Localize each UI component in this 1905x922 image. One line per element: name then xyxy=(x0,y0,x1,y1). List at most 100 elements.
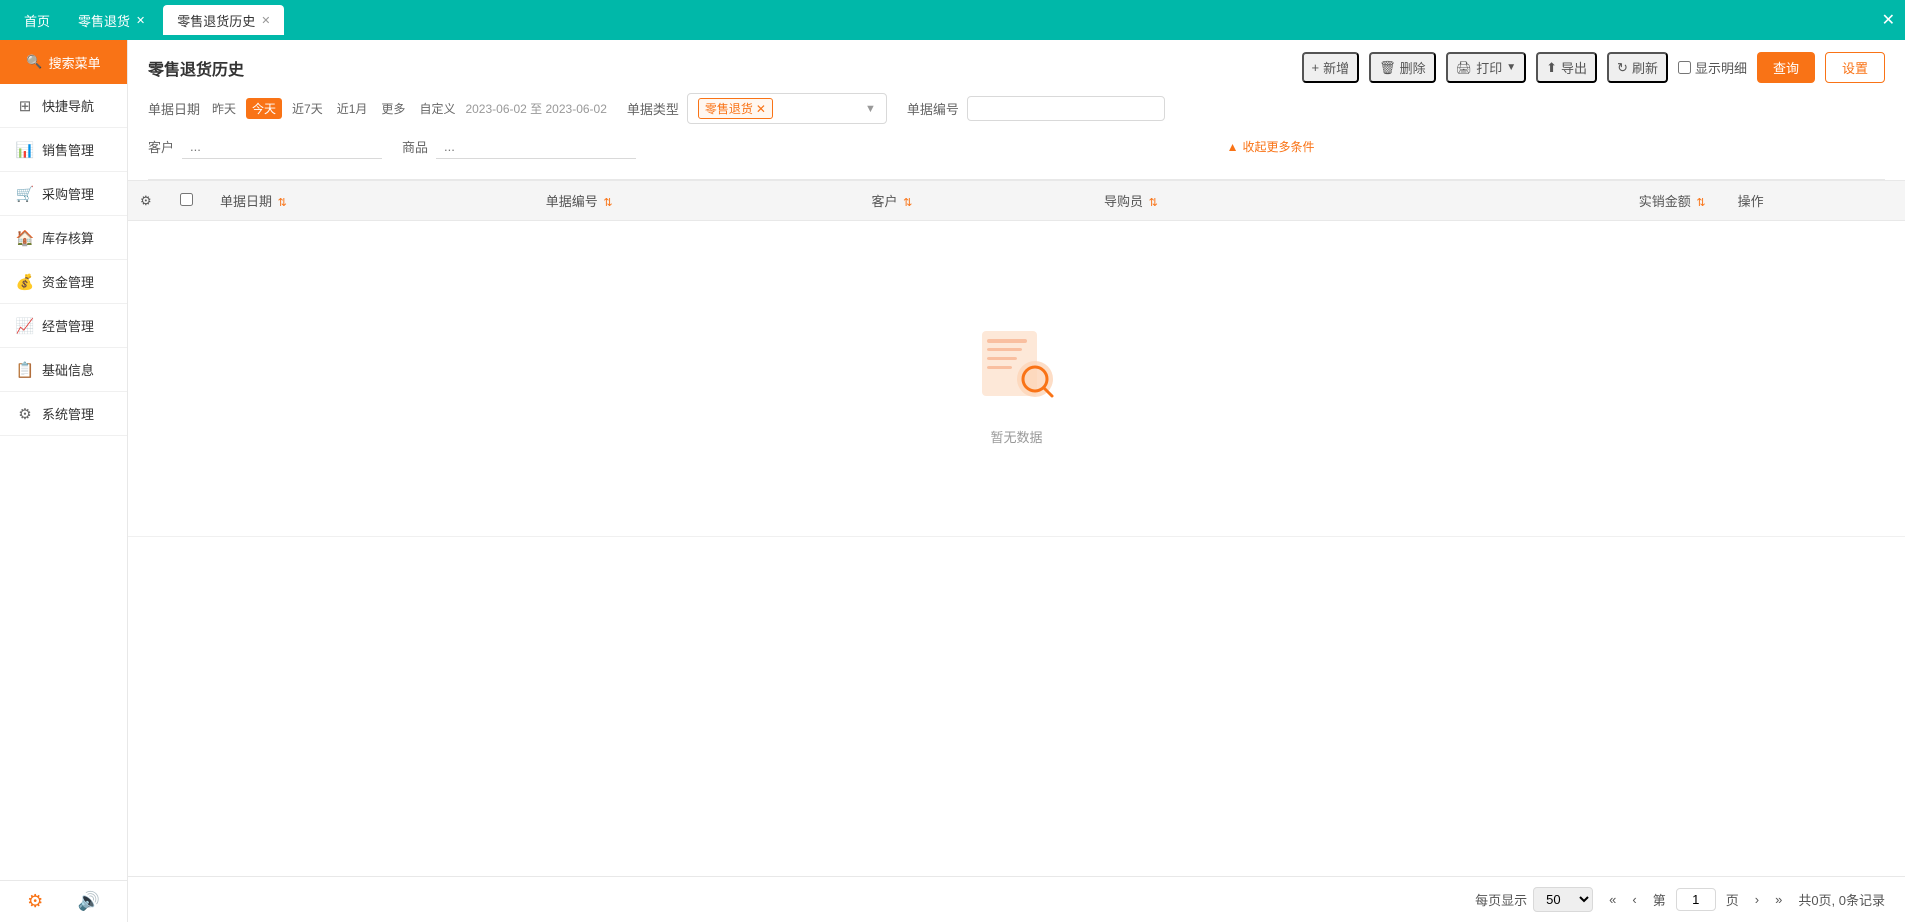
collapse-label: 收起更多条件 xyxy=(1242,138,1314,155)
date-btn-custom[interactable]: 自定义 xyxy=(415,98,459,119)
sidebar-search[interactable]: 🔍 搜索菜单 xyxy=(0,40,127,84)
date-btn-more[interactable]: 更多 xyxy=(377,98,409,119)
goods-input[interactable] xyxy=(436,135,636,159)
query-button[interactable]: 查询 xyxy=(1757,52,1815,83)
window-controls: ✕ xyxy=(1882,10,1895,30)
sort-customer-icon: ⇅ xyxy=(903,197,912,209)
empty-state: 暂无数据 xyxy=(140,231,1893,526)
close-tab-retail-return-history[interactable]: ✕ xyxy=(261,14,270,27)
sidebar-item-label: 销售管理 xyxy=(42,140,94,159)
volume-icon[interactable]: 🔊 xyxy=(77,891,99,912)
select-all-checkbox[interactable] xyxy=(180,193,193,206)
close-tab-retail-return[interactable]: ✕ xyxy=(136,14,145,27)
collapse-icon: ▲ xyxy=(1227,140,1239,154)
prev-page-btn[interactable]: ‹ xyxy=(1626,890,1642,909)
col-date[interactable]: 单据日期 ⇅ xyxy=(208,181,534,221)
doc-type-label: 单据类型 xyxy=(627,99,679,118)
sidebar-bottom: ⚙ 🔊 xyxy=(0,880,127,922)
sidebar-item-label: 资金管理 xyxy=(42,272,94,291)
doc-type-select[interactable]: 零售退货 ✕ ▼ xyxy=(687,93,887,124)
purchase-icon: 🛒 xyxy=(16,185,34,203)
last-page-btn[interactable]: » xyxy=(1769,890,1788,909)
export-icon: ⬆ xyxy=(1546,60,1557,76)
sidebar-item-basic-info[interactable]: 📋 基础信息 xyxy=(0,348,127,392)
sidebar-item-label: 快捷导航 xyxy=(42,96,94,115)
filter-row-1: 单据日期 昨天 今天 近7天 近1月 更多 自定义 2023-06-02 至 2… xyxy=(148,93,1885,124)
print-button[interactable]: 🖨 打印 ▼ xyxy=(1446,52,1526,83)
col-customer[interactable]: 客户 ⇅ xyxy=(860,181,1093,221)
add-button[interactable]: + 新增 xyxy=(1302,52,1360,83)
tab-home[interactable]: 首页 xyxy=(10,5,64,35)
page-title: 零售退货历史 xyxy=(148,56,244,80)
basic-info-icon: 📋 xyxy=(16,361,34,379)
inventory-icon: 🏠 xyxy=(16,229,34,247)
doc-type-tag: 零售退货 ✕ xyxy=(698,98,773,119)
col-number[interactable]: 单据编号 ⇅ xyxy=(534,181,860,221)
settings-icon[interactable]: ⚙ xyxy=(27,891,43,912)
goods-label: 商品 xyxy=(402,137,428,156)
date-btn-7days[interactable]: 近7天 xyxy=(288,98,327,119)
sort-guide-icon: ⇅ xyxy=(1149,197,1158,209)
next-page-btn[interactable]: › xyxy=(1749,890,1765,909)
window-close-icon[interactable]: ✕ xyxy=(1882,10,1895,30)
doc-type-filter-field: 单据类型 零售退货 ✕ ▼ xyxy=(627,93,887,124)
sales-icon: 📊 xyxy=(16,141,34,159)
filter-area: 单据日期 昨天 今天 近7天 近1月 更多 自定义 2023-06-02 至 2… xyxy=(148,93,1885,180)
print-icon: 🖨 xyxy=(1456,60,1473,76)
per-page-selector: 每页显示 50 20 100 xyxy=(1475,887,1593,912)
sidebar-item-finance[interactable]: 💰 资金管理 xyxy=(0,260,127,304)
delete-button[interactable]: 🗑 删除 xyxy=(1369,52,1436,83)
page-number-input[interactable] xyxy=(1676,888,1716,911)
col-ops: 操作 xyxy=(1726,181,1905,221)
settings-button[interactable]: 设置 xyxy=(1825,52,1885,83)
sidebar-item-quick-nav[interactable]: ⊞ 快捷导航 xyxy=(0,84,127,128)
empty-text: 暂无数据 xyxy=(990,427,1042,446)
sidebar-item-purchase-mgmt[interactable]: 🛒 采购管理 xyxy=(0,172,127,216)
column-settings-icon[interactable]: ⚙ xyxy=(140,193,152,208)
sort-amount-icon: ⇅ xyxy=(1696,197,1705,209)
show-detail-checkbox[interactable]: 显示明细 xyxy=(1678,58,1747,77)
system-icon: ⚙ xyxy=(16,405,34,423)
tag-close-icon[interactable]: ✕ xyxy=(756,102,766,116)
sidebar-item-label: 库存核算 xyxy=(42,228,94,247)
col-amount[interactable]: 实销金额 ⇅ xyxy=(1371,181,1725,221)
col-guide[interactable]: 导购员 ⇅ xyxy=(1092,181,1371,221)
collapse-button[interactable]: ▲ 收起更多条件 xyxy=(1215,134,1327,159)
date-btn-1month[interactable]: 近1月 xyxy=(333,98,372,119)
sidebar-item-inventory[interactable]: 🏠 库存核算 xyxy=(0,216,127,260)
print-dropdown-icon: ▼ xyxy=(1506,62,1516,73)
sidebar-item-label: 采购管理 xyxy=(42,184,94,203)
date-range-display: 2023-06-02 至 2023-06-02 xyxy=(465,100,606,117)
date-filter-label: 单据日期 xyxy=(148,99,200,118)
dropdown-icon: ▼ xyxy=(865,103,876,115)
sidebar-item-sales-mgmt[interactable]: 📊 销售管理 xyxy=(0,128,127,172)
date-btn-today[interactable]: 今天 xyxy=(246,98,282,119)
customer-input[interactable] xyxy=(182,135,382,159)
tab-retail-return-history[interactable]: 零售退货历史 ✕ xyxy=(163,5,284,35)
table-header-row: ⚙ 单据日期 ⇅ 单据编号 ⇅ xyxy=(128,181,1905,221)
per-page-select[interactable]: 50 20 100 xyxy=(1533,887,1593,912)
sidebar-item-system-mgmt[interactable]: ⚙ 系统管理 xyxy=(0,392,127,436)
sidebar-item-operations[interactable]: 📈 经营管理 xyxy=(0,304,127,348)
doc-number-input[interactable] xyxy=(967,96,1165,121)
tab-retail-return[interactable]: 零售退货 ✕ xyxy=(64,5,159,35)
sidebar-item-label: 系统管理 xyxy=(42,404,94,423)
table-container: ⚙ 单据日期 ⇅ 单据编号 ⇅ xyxy=(128,181,1905,876)
sort-number-icon: ⇅ xyxy=(603,197,612,209)
export-button[interactable]: ⬆ 导出 xyxy=(1536,52,1597,83)
add-icon: + xyxy=(1312,60,1320,75)
operations-icon: 📈 xyxy=(16,317,34,335)
show-detail-input[interactable] xyxy=(1678,61,1691,74)
per-page-label: 每页显示 xyxy=(1475,890,1527,909)
first-page-btn[interactable]: « xyxy=(1603,890,1622,909)
total-info: 共0页, 0条记录 xyxy=(1798,890,1885,909)
page-label: 第 xyxy=(1647,888,1672,911)
empty-state-row: 暂无数据 xyxy=(128,221,1905,537)
date-btn-yesterday[interactable]: 昨天 xyxy=(208,98,240,119)
doc-number-filter-field: 单据编号 xyxy=(907,96,1165,121)
page-nav: « ‹ 第 页 › » xyxy=(1603,888,1788,911)
delete-icon: 🗑 xyxy=(1379,60,1396,76)
pagination-bar: 每页显示 50 20 100 « ‹ 第 页 › » 共0页, 0条记录 xyxy=(128,876,1905,922)
doc-number-label: 单据编号 xyxy=(907,99,959,118)
refresh-button[interactable]: ↻ 刷新 xyxy=(1607,52,1668,83)
